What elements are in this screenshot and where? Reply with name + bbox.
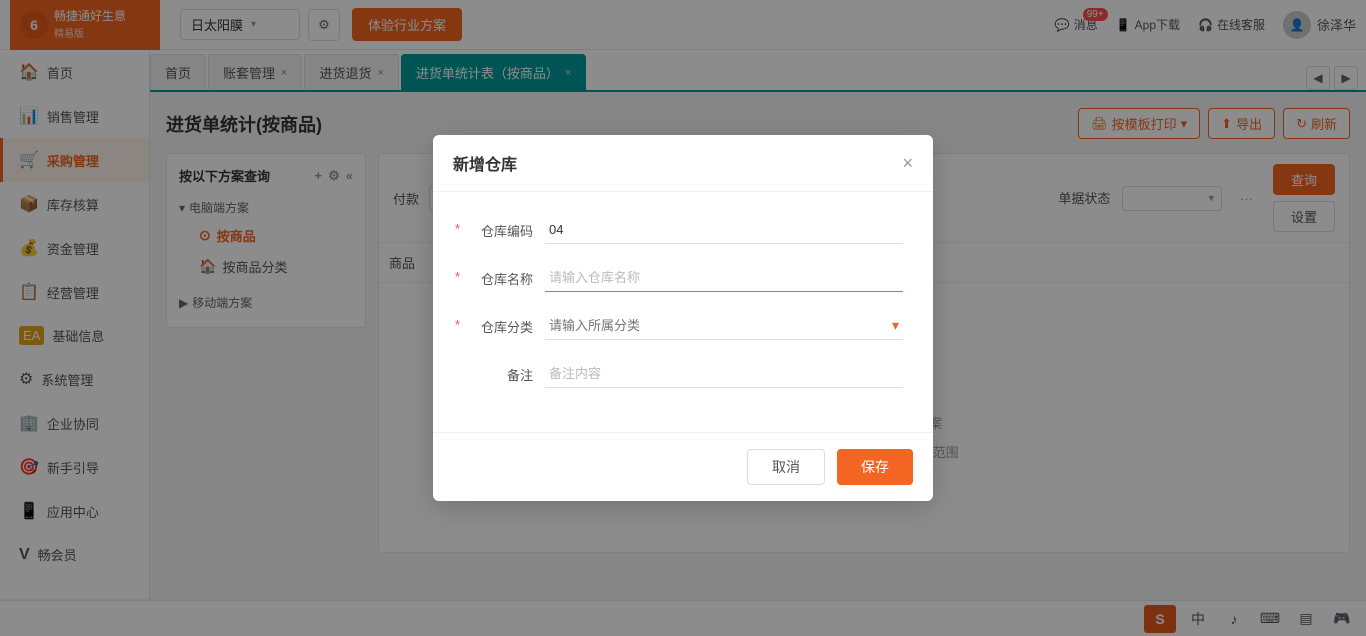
warehouse-name-input[interactable] xyxy=(545,264,903,292)
modal-header: 新增仓库 × xyxy=(433,135,933,192)
category-label: 仓库分类 xyxy=(463,317,533,336)
add-warehouse-modal: 新增仓库 × 仓库编码 仓库名称 仓库分类 ▾ xyxy=(433,135,933,501)
category-arrow-icon: ▾ xyxy=(892,317,899,334)
modal-overlay[interactable]: 新增仓库 × 仓库编码 仓库名称 仓库分类 ▾ xyxy=(0,0,1366,636)
modal-footer: 取消 保存 xyxy=(433,432,933,501)
code-label: 仓库编码 xyxy=(463,221,533,240)
form-row-name: 仓库名称 xyxy=(463,264,903,292)
name-label: 仓库名称 xyxy=(463,269,533,288)
modal-body: 仓库编码 仓库名称 仓库分类 ▾ 备注 xyxy=(433,192,933,432)
cancel-button[interactable]: 取消 xyxy=(747,449,825,485)
save-button[interactable]: 保存 xyxy=(837,449,913,485)
warehouse-category-input[interactable] xyxy=(545,312,903,339)
warehouse-code-input[interactable] xyxy=(545,216,903,244)
remark-label: 备注 xyxy=(463,365,533,384)
modal-title: 新增仓库 xyxy=(453,151,517,175)
form-row-category: 仓库分类 ▾ xyxy=(463,312,903,340)
form-row-code: 仓库编码 xyxy=(463,216,903,244)
warehouse-remark-input[interactable] xyxy=(545,360,903,388)
modal-close-button[interactable]: × xyxy=(902,154,913,172)
category-select-wrap: ▾ xyxy=(545,312,903,340)
form-row-remark: 备注 xyxy=(463,360,903,388)
